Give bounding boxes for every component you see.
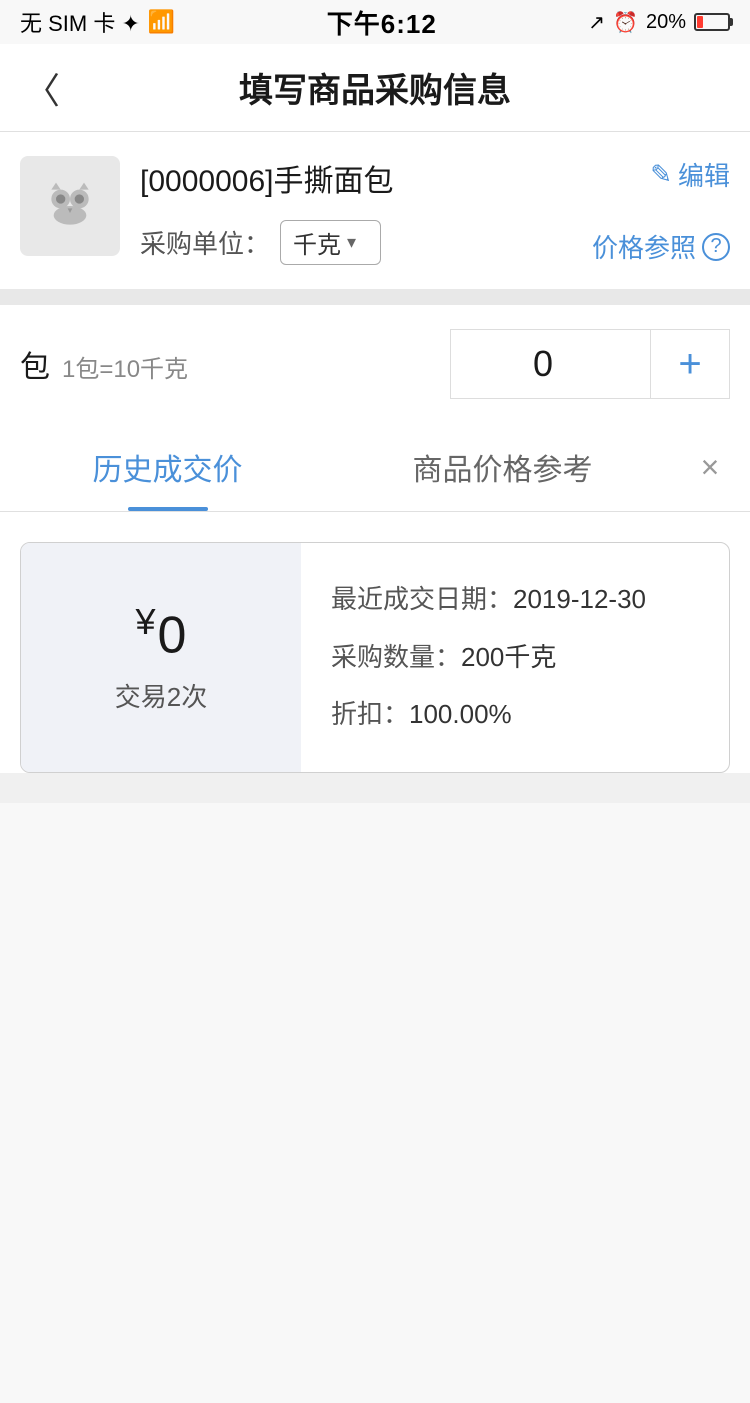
edit-label: 编辑 [678, 156, 730, 193]
nav-bar: 〈 填写商品采购信息 [0, 44, 750, 132]
edit-icon: ✎ [650, 159, 672, 190]
tab-history-price[interactable]: 历史成交价 [0, 423, 335, 511]
section-divider [0, 289, 750, 305]
price-detail-qty: 采购数量：200千克 [331, 637, 699, 679]
tab-product-price-ref[interactable]: 商品价格参考 [335, 423, 670, 511]
edit-button[interactable]: ✎ 编辑 [650, 156, 730, 193]
price-currency-symbol: ¥ [136, 601, 156, 642]
tab-product-price-ref-label: 商品价格参考 [413, 445, 593, 489]
status-right: ↗ ⏰ 20% [588, 10, 730, 35]
price-detail-discount: 折扣：100.00% [331, 694, 699, 736]
price-detail-qty-label: 采购数量： [331, 642, 461, 672]
price-detail-discount-label: 折扣： [331, 699, 409, 729]
tab-history-price-label: 历史成交价 [93, 445, 243, 489]
price-detail-qty-value: 200千克 [461, 642, 556, 672]
bottom-area [0, 803, 750, 1403]
quantity-label-group: 包 1包=10千克 [20, 342, 188, 386]
tabs-section: 历史成交价 商品价格参考 × ¥0 交易2次 最近成交日期：2019-12-30… [0, 423, 750, 773]
price-transactions: 交易2次 [115, 677, 207, 714]
page-title: 填写商品采购信息 [239, 63, 511, 112]
price-card-left: ¥0 交易2次 [21, 543, 301, 772]
no-sim-text: 无 SIM 卡 ✦ [20, 6, 140, 38]
quantity-row: 包 1包=10千克 + [0, 305, 750, 423]
price-ref-button[interactable]: 价格参照 ? [592, 228, 730, 265]
price-detail-date: 最近成交日期：2019-12-30 [331, 579, 699, 621]
battery-percent: 20% [646, 11, 686, 34]
product-image [20, 156, 120, 256]
price-value: 0 [158, 606, 187, 664]
unit-select[interactable]: 千克 ▾ [280, 220, 381, 265]
product-name: [0000006]手撕面包 [140, 156, 730, 200]
alarm-icon: ⏰ [613, 10, 638, 35]
status-left: 无 SIM 卡 ✦ 📶 [20, 6, 175, 38]
location-icon: ↗ [588, 10, 605, 35]
status-time: 下午6:12 [327, 4, 437, 41]
unit-chevron-icon: ▾ [347, 232, 356, 253]
quantity-unit-sub: 1包=10千克 [62, 349, 188, 384]
quantity-plus-button[interactable]: + [650, 329, 730, 399]
battery-icon [694, 13, 730, 31]
wifi-icon: 📶 [148, 9, 175, 35]
price-card-right: 最近成交日期：2019-12-30 采购数量：200千克 折扣：100.00% [301, 543, 729, 772]
product-card: [0000006]手撕面包 采购单位： 千克 ▾ ✎ 编辑 价格参照 ? [0, 132, 750, 289]
tab-close-button[interactable]: × [670, 423, 750, 511]
product-logo-icon [35, 171, 105, 241]
price-amount: ¥0 [136, 601, 187, 665]
price-detail-date-label: 最近成交日期： [331, 584, 513, 614]
tabs-header: 历史成交价 商品价格参考 × [0, 423, 750, 512]
price-detail-date-value: 2019-12-30 [513, 584, 646, 614]
status-bar: 无 SIM 卡 ✦ 📶 下午6:12 ↗ ⏰ 20% [0, 0, 750, 44]
price-ref-label: 价格参照 [592, 228, 696, 265]
back-button[interactable]: 〈 [24, 62, 60, 114]
quantity-unit-main: 包 [20, 342, 50, 386]
quantity-input[interactable] [450, 329, 650, 399]
quantity-input-group: + [450, 329, 730, 399]
unit-label: 采购单位： [140, 224, 270, 261]
help-icon: ? [702, 233, 730, 261]
price-card: ¥0 交易2次 最近成交日期：2019-12-30 采购数量：200千克 折扣：… [20, 542, 730, 773]
price-detail-discount-value: 100.00% [409, 699, 512, 729]
unit-value: 千克 [293, 225, 341, 260]
